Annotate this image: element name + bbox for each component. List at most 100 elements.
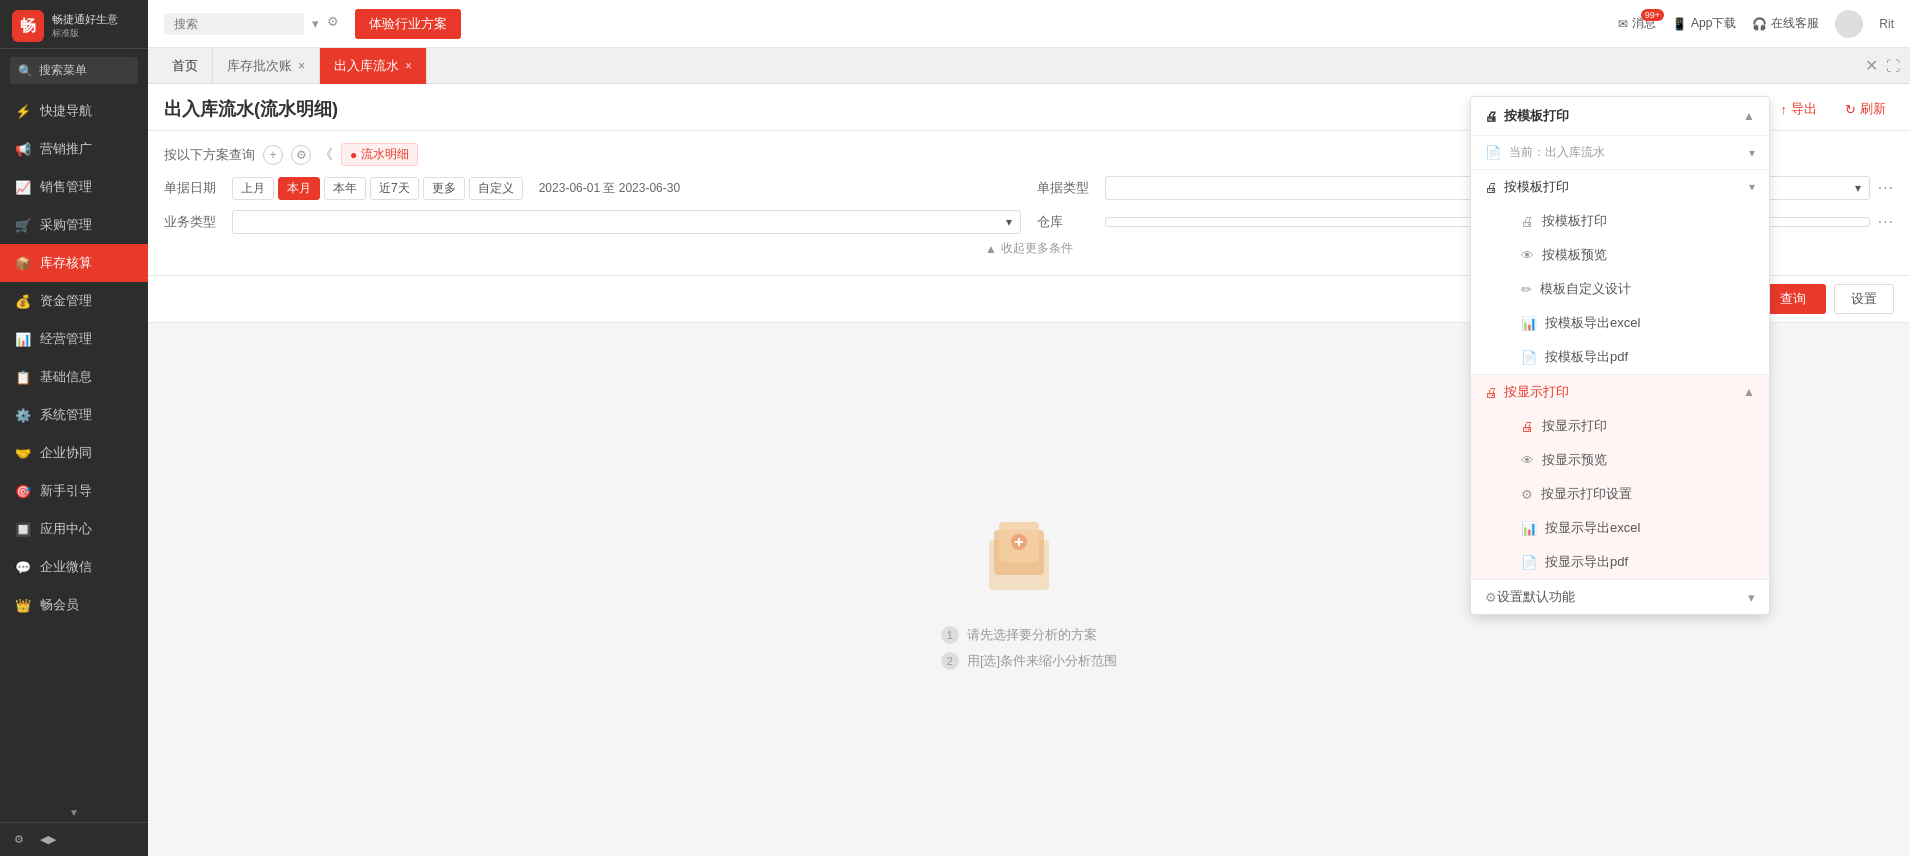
system-icon: ⚙️: [14, 406, 32, 424]
sidebar-item-operations[interactable]: 📊 经营管理: [0, 320, 148, 358]
tab-inout-flow-close[interactable]: ×: [405, 59, 412, 73]
collapse-more-button[interactable]: ▲ 收起更多条件: [985, 240, 1073, 257]
sidebar-logo: 畅 畅捷通好生意 标准版: [0, 0, 148, 49]
empty-hints: 1 请先选择要分析的方案 2 用[选]条件来缩小分析范围: [941, 626, 1117, 670]
industry-solution-button[interactable]: 体验行业方案: [355, 9, 461, 39]
dropdown-section-template: 🖨 按模板打印 ▾ 🖨 按模板打印 👁 按模板预览 ✏ 模板自定义设计 📊 按模…: [1471, 170, 1769, 375]
tab-inout-flow[interactable]: 出入库流水 ×: [320, 48, 427, 84]
sidebar-item-purchase[interactable]: 🛒 采购管理: [0, 206, 148, 244]
marketing-icon: 📢: [14, 140, 32, 158]
tabs-right-actions: ✕ ⛶: [1865, 56, 1900, 75]
dropdown-template-export-pdf[interactable]: 📄 按模板导出pdf: [1471, 340, 1769, 374]
export-button[interactable]: ↑ 导出: [1773, 96, 1826, 122]
members-icon: 👑: [14, 596, 32, 614]
dropdown-template-export-excel[interactable]: 📊 按模板导出excel: [1471, 306, 1769, 340]
display-excel-icon: 📊: [1521, 521, 1537, 536]
dropdown-display-preview[interactable]: 👁 按显示预览: [1471, 443, 1769, 477]
date-custom[interactable]: 自定义: [469, 177, 523, 200]
printer-dropdown-icon: 🖨: [1485, 109, 1498, 124]
date-last-7[interactable]: 近7天: [370, 177, 419, 200]
settings-bottom-button[interactable]: ⚙: [14, 833, 24, 846]
date-current-year[interactable]: 本年: [324, 177, 366, 200]
purchase-icon: 🛒: [14, 216, 32, 234]
search-menu-button[interactable]: 🔍 搜索菜单: [10, 57, 138, 84]
template-preview-icon: 👁: [1521, 248, 1534, 263]
display-settings-icon: ⚙: [1521, 487, 1533, 502]
date-current-month[interactable]: 本月: [278, 177, 320, 200]
filter-add-button[interactable]: +: [263, 145, 283, 165]
set-button[interactable]: 设置: [1834, 284, 1894, 314]
sidebar-item-marketing[interactable]: 📢 营销推广: [0, 130, 148, 168]
sidebar-item-system[interactable]: ⚙️ 系统管理: [0, 396, 148, 434]
current-item-chevron: ▾: [1749, 146, 1755, 160]
tab-batch-accounts[interactable]: 库存批次账 ×: [213, 48, 320, 84]
sidebar-item-guide[interactable]: 🎯 新手引导: [0, 472, 148, 510]
sidebar-scroll-down[interactable]: ▼: [0, 803, 148, 822]
app-center-icon: 🔲: [14, 520, 32, 538]
template-pdf-icon: 📄: [1521, 350, 1537, 365]
dropdown-header-chevron: ▲: [1743, 109, 1755, 123]
date-more[interactable]: 更多: [423, 177, 465, 200]
refresh-button[interactable]: ↻ 刷新: [1837, 96, 1894, 122]
dropdown-display-export-pdf[interactable]: 📄 按显示导出pdf: [1471, 545, 1769, 579]
message-icon: ✉: [1618, 17, 1628, 31]
date-last-month[interactable]: 上月: [232, 177, 274, 200]
date-range-display: 2023-06-01 至 2023-06-30: [539, 180, 680, 197]
filter-settings-button[interactable]: ⚙: [291, 145, 311, 165]
basic-icon: 📋: [14, 368, 32, 386]
collapse-icon: ◀▶: [40, 833, 56, 846]
tabs-close-all-button[interactable]: ✕: [1865, 56, 1878, 75]
tab-batch-accounts-close[interactable]: ×: [298, 59, 305, 73]
date-buttons: 上月 本月 本年 近7天 更多 自定义: [232, 177, 523, 200]
sidebar-item-basic[interactable]: 📋 基础信息: [0, 358, 148, 396]
doc-type-more-button[interactable]: ···: [1878, 179, 1894, 197]
dropdown-section-display-header[interactable]: 🖨 按显示打印 ▲: [1471, 375, 1769, 409]
download-icon: 📱: [1672, 17, 1687, 31]
sidebar-item-members[interactable]: 👑 畅会员: [0, 586, 148, 624]
topbar: ▾ ⚙ 体验行业方案 ✉ 消息 99+ 📱 App下载 🎧 在线客服 Rit: [148, 0, 1910, 48]
dropdown-display-export-excel[interactable]: 📊 按显示导出excel: [1471, 511, 1769, 545]
quick-nav-icon: ⚡: [14, 102, 32, 120]
topbar-dropdown-icon[interactable]: ▾: [312, 16, 319, 31]
sidebar-item-cooperation[interactable]: 🤝 企业协同: [0, 434, 148, 472]
topbar-search-input[interactable]: [164, 13, 304, 35]
active-filter-tag: ● 流水明细: [341, 143, 418, 166]
doc-type-label: 单据类型: [1037, 179, 1097, 197]
logo-text: 畅捷通好生意 标准版: [52, 12, 118, 40]
message-button[interactable]: ✉ 消息 99+: [1618, 15, 1656, 32]
dropdown-display-print-settings[interactable]: ⚙ 按显示打印设置: [1471, 477, 1769, 511]
print-section-icon: 🖨: [1485, 180, 1498, 195]
collapse-sidebar-button[interactable]: ◀▶: [40, 833, 56, 846]
sidebar-item-finance[interactable]: 💰 资金管理: [0, 282, 148, 320]
chevron-up-collapse-icon: ▲: [985, 242, 997, 256]
topbar-gear-icon[interactable]: ⚙: [327, 14, 347, 34]
tabs-expand-button[interactable]: ⛶: [1886, 58, 1900, 74]
dropdown-template-print[interactable]: 🖨 按模板打印: [1471, 204, 1769, 238]
biz-type-select[interactable]: ▾: [232, 210, 1021, 234]
template-section-chevron: ▾: [1749, 180, 1755, 194]
sidebar-item-app-center[interactable]: 🔲 应用中心: [0, 510, 148, 548]
dropdown-display-print[interactable]: 🖨 按显示打印: [1471, 409, 1769, 443]
sidebar-item-sales[interactable]: 📈 销售管理: [0, 168, 148, 206]
sidebar-item-inventory[interactable]: 📦 库存核算: [0, 244, 148, 282]
filter-collapse-button[interactable]: 《: [319, 146, 333, 164]
sidebar-item-wechat[interactable]: 💬 企业微信: [0, 548, 148, 586]
filter-label: 按以下方案查询: [164, 146, 255, 164]
print-dropdown-panel: 🖨 按模板打印 ▲ 📄 当前：出入库流水 ▾ 🖨 按模板打印 ▾ 🖨 按模板打印…: [1470, 96, 1770, 615]
sidebar-item-quick-nav[interactable]: ⚡ 快捷导航: [0, 92, 148, 130]
warehouse-more-button[interactable]: ···: [1878, 213, 1894, 231]
dropdown-current-item[interactable]: 📄 当前：出入库流水 ▾: [1471, 136, 1769, 170]
sidebar-nav: ⚡ 快捷导航 📢 营销推广 📈 销售管理 🛒 采购管理 📦 库存核算 💰 资金管…: [0, 92, 148, 803]
dropdown-template-customize[interactable]: ✏ 模板自定义设计: [1471, 272, 1769, 306]
inventory-icon: 📦: [14, 254, 32, 272]
display-section-title: 🖨 按显示打印: [1485, 383, 1569, 401]
page-title: 出入库流水(流水明细): [164, 97, 338, 121]
online-service-button[interactable]: 🎧 在线客服: [1752, 15, 1819, 32]
chevron-down-biz-icon: ▾: [1006, 215, 1012, 229]
dropdown-template-preview[interactable]: 👁 按模板预览: [1471, 238, 1769, 272]
topbar-right: ✉ 消息 99+ 📱 App下载 🎧 在线客服 Rit: [1618, 10, 1894, 38]
dropdown-section-template-header[interactable]: 🖨 按模板打印 ▾: [1471, 170, 1769, 204]
dropdown-footer[interactable]: ⚙ 设置默认功能 ▾: [1471, 580, 1769, 614]
tab-home[interactable]: 首页: [158, 48, 213, 84]
app-download-button[interactable]: 📱 App下载: [1672, 15, 1736, 32]
